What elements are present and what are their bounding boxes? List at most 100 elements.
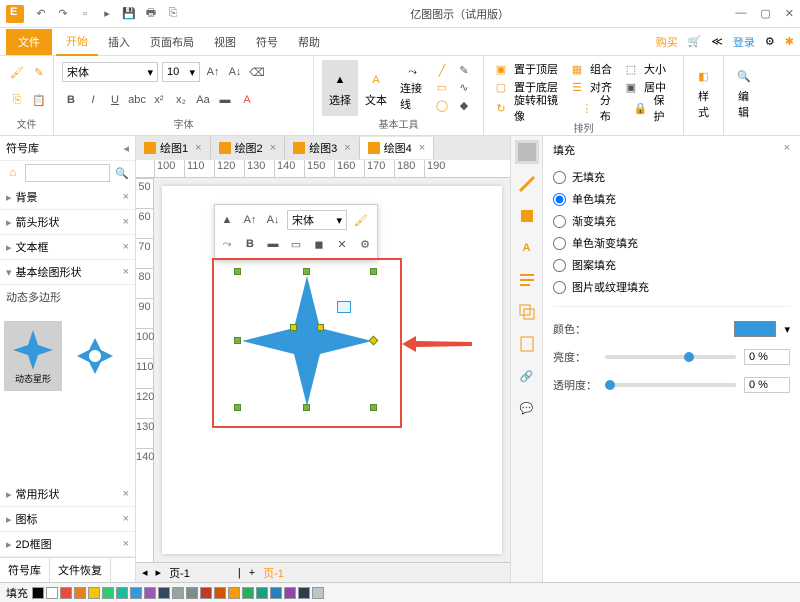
style-button[interactable]: ◧样式 [692, 60, 715, 124]
decrease-font-icon[interactable]: A↓ [226, 63, 244, 81]
text-tool[interactable]: A文本 [358, 60, 394, 116]
fill-option-pattern[interactable]: 图案填充 [553, 254, 790, 276]
color-swatch[interactable] [60, 587, 72, 599]
color-swatch[interactable] [312, 587, 324, 599]
tab-symbol[interactable]: 符号 [246, 29, 288, 55]
tab-view[interactable]: 视图 [204, 29, 246, 55]
connector-tool[interactable]: ⤳连接线 [394, 60, 431, 116]
brightness-value[interactable]: 0 % [744, 349, 790, 365]
clear-format-icon[interactable]: ⌫ [248, 63, 266, 81]
color-swatch[interactable] [214, 587, 226, 599]
footer-tab-recovery[interactable]: 文件恢复 [50, 558, 111, 582]
color-swatch[interactable] [144, 587, 156, 599]
buy-link[interactable]: 购买 [656, 34, 678, 50]
tab-start[interactable]: 开始 [56, 28, 98, 56]
tab-insert[interactable]: 插入 [98, 29, 140, 55]
shape-star-alt[interactable] [66, 321, 124, 391]
opacity-value[interactable]: 0 % [744, 377, 790, 393]
undo-icon[interactable]: ↶ [33, 6, 49, 22]
cart-icon[interactable]: 🛒 [688, 35, 702, 48]
cat-basic-shapes[interactable]: ▾基本绘图形状× [0, 260, 135, 285]
ft-fill-icon[interactable]: ▬ [264, 235, 282, 253]
rtool-line-icon[interactable] [515, 172, 539, 196]
fill-option-gradient[interactable]: 渐变填充 [553, 210, 790, 232]
group-icon[interactable]: ▦ [568, 60, 586, 78]
canvas-page[interactable]: ▲ A↑ A↓ 宋体▾ 🖌 ⤳ B ▬ ▭ ◼ ✕ ⚙ [162, 186, 502, 554]
text-handle-icon[interactable] [337, 301, 351, 313]
color-swatch[interactable] [270, 587, 282, 599]
color-swatch[interactable] [158, 587, 170, 599]
font-name-select[interactable]: 宋体▾ [62, 62, 158, 82]
color-swatch[interactable] [88, 587, 100, 599]
apps-icon[interactable]: ✱ [785, 35, 794, 48]
protect-icon[interactable]: 🔒 [631, 99, 649, 117]
color-swatch[interactable] [256, 587, 268, 599]
add-page-icon[interactable]: + [249, 567, 255, 579]
open-icon[interactable]: ▸ [99, 6, 115, 22]
doc-tab-2[interactable]: 绘图2× [211, 137, 286, 159]
strike-button[interactable]: abc [128, 91, 146, 109]
font-size-select[interactable]: 10▾ [162, 62, 200, 82]
doc-tab-3[interactable]: 绘图3× [285, 137, 360, 159]
page-tab-left[interactable]: 页-1 [169, 565, 190, 581]
ft-line-icon[interactable]: ▭ [287, 235, 305, 253]
ft-inc-font-icon[interactable]: A↑ [241, 211, 259, 229]
line-icon[interactable]: ╱ [433, 62, 451, 79]
page-nav-next-icon[interactable]: ▸ [156, 566, 162, 579]
curve-icon[interactable]: ∿ [455, 79, 473, 96]
color-swatch[interactable] [130, 587, 142, 599]
fill-color-swatch[interactable] [734, 321, 776, 337]
ft-tools-icon[interactable]: ✕ [333, 235, 351, 253]
save-icon[interactable]: 💾 [121, 6, 137, 22]
print-icon[interactable]: 🖶 [143, 6, 159, 22]
formatpainter-icon[interactable]: ✎ [30, 63, 48, 81]
rtool-para-icon[interactable] [515, 268, 539, 292]
cat-background[interactable]: ▸背景× [0, 185, 135, 210]
color-swatch[interactable] [242, 587, 254, 599]
maximize-icon[interactable]: ▢ [760, 7, 770, 20]
tab-help[interactable]: 帮助 [288, 29, 330, 55]
superscript-button[interactable]: x² [150, 91, 168, 109]
color-swatch[interactable] [46, 587, 58, 599]
tab-layout[interactable]: 页面布局 [140, 29, 204, 55]
fill-option-solid[interactable]: 单色填充 [553, 188, 790, 210]
brightness-slider[interactable] [605, 355, 736, 359]
floating-toolbar[interactable]: ▲ A↑ A↓ 宋体▾ 🖌 ⤳ B ▬ ▭ ◼ ✕ ⚙ [214, 204, 378, 260]
selected-star-shape[interactable] [237, 271, 377, 411]
opacity-slider[interactable] [605, 383, 736, 387]
collapse-left-icon[interactable]: ◂ [123, 142, 129, 155]
color-swatch[interactable] [228, 587, 240, 599]
fill-option-none[interactable]: 无填充 [553, 166, 790, 188]
gear-icon[interactable]: ⚙ [765, 35, 775, 48]
color-swatch[interactable] [32, 587, 44, 599]
new-icon[interactable]: ▫ [77, 6, 93, 22]
front-icon[interactable]: ▣ [492, 60, 510, 78]
page-tab-right[interactable]: 页-1 [263, 565, 284, 581]
rotate-icon[interactable]: ↻ [492, 99, 510, 117]
color-swatch[interactable] [284, 587, 296, 599]
color-dropdown-icon[interactable]: ▾ [784, 323, 790, 336]
doc-tab-4[interactable]: 绘图4× [360, 137, 435, 159]
rtool-comment-icon[interactable]: 💬 [515, 396, 539, 420]
subscript-button[interactable]: x₂ [172, 91, 190, 109]
close-right-panel-icon[interactable]: × [784, 142, 790, 158]
increase-font-icon[interactable]: A↑ [204, 63, 222, 81]
redo-icon[interactable]: ↷ [55, 6, 71, 22]
export-icon[interactable]: ⎘ [165, 6, 181, 22]
rect-icon[interactable]: ▭ [433, 79, 451, 96]
highlight-icon[interactable]: ▬ [216, 91, 234, 109]
close-icon[interactable]: ✕ [785, 7, 794, 20]
center-icon[interactable]: ▣ [622, 78, 640, 96]
ft-more-icon[interactable]: ⚙ [356, 235, 374, 253]
shape-icon[interactable]: ◆ [455, 97, 473, 114]
cat-icons[interactable]: ▸图标× [0, 507, 135, 532]
library-search-input[interactable] [25, 164, 110, 182]
page-nav-prev-icon[interactable]: ◂ [142, 566, 148, 579]
color-swatch[interactable] [186, 587, 198, 599]
size-icon[interactable]: ⬚ [622, 60, 640, 78]
rtool-page-icon[interactable] [515, 332, 539, 356]
rtool-text-icon[interactable]: A [515, 236, 539, 260]
ft-bold-icon[interactable]: B [241, 235, 259, 253]
ft-cursor-icon[interactable]: ▲ [218, 211, 236, 229]
italic-button[interactable]: I [84, 91, 102, 109]
